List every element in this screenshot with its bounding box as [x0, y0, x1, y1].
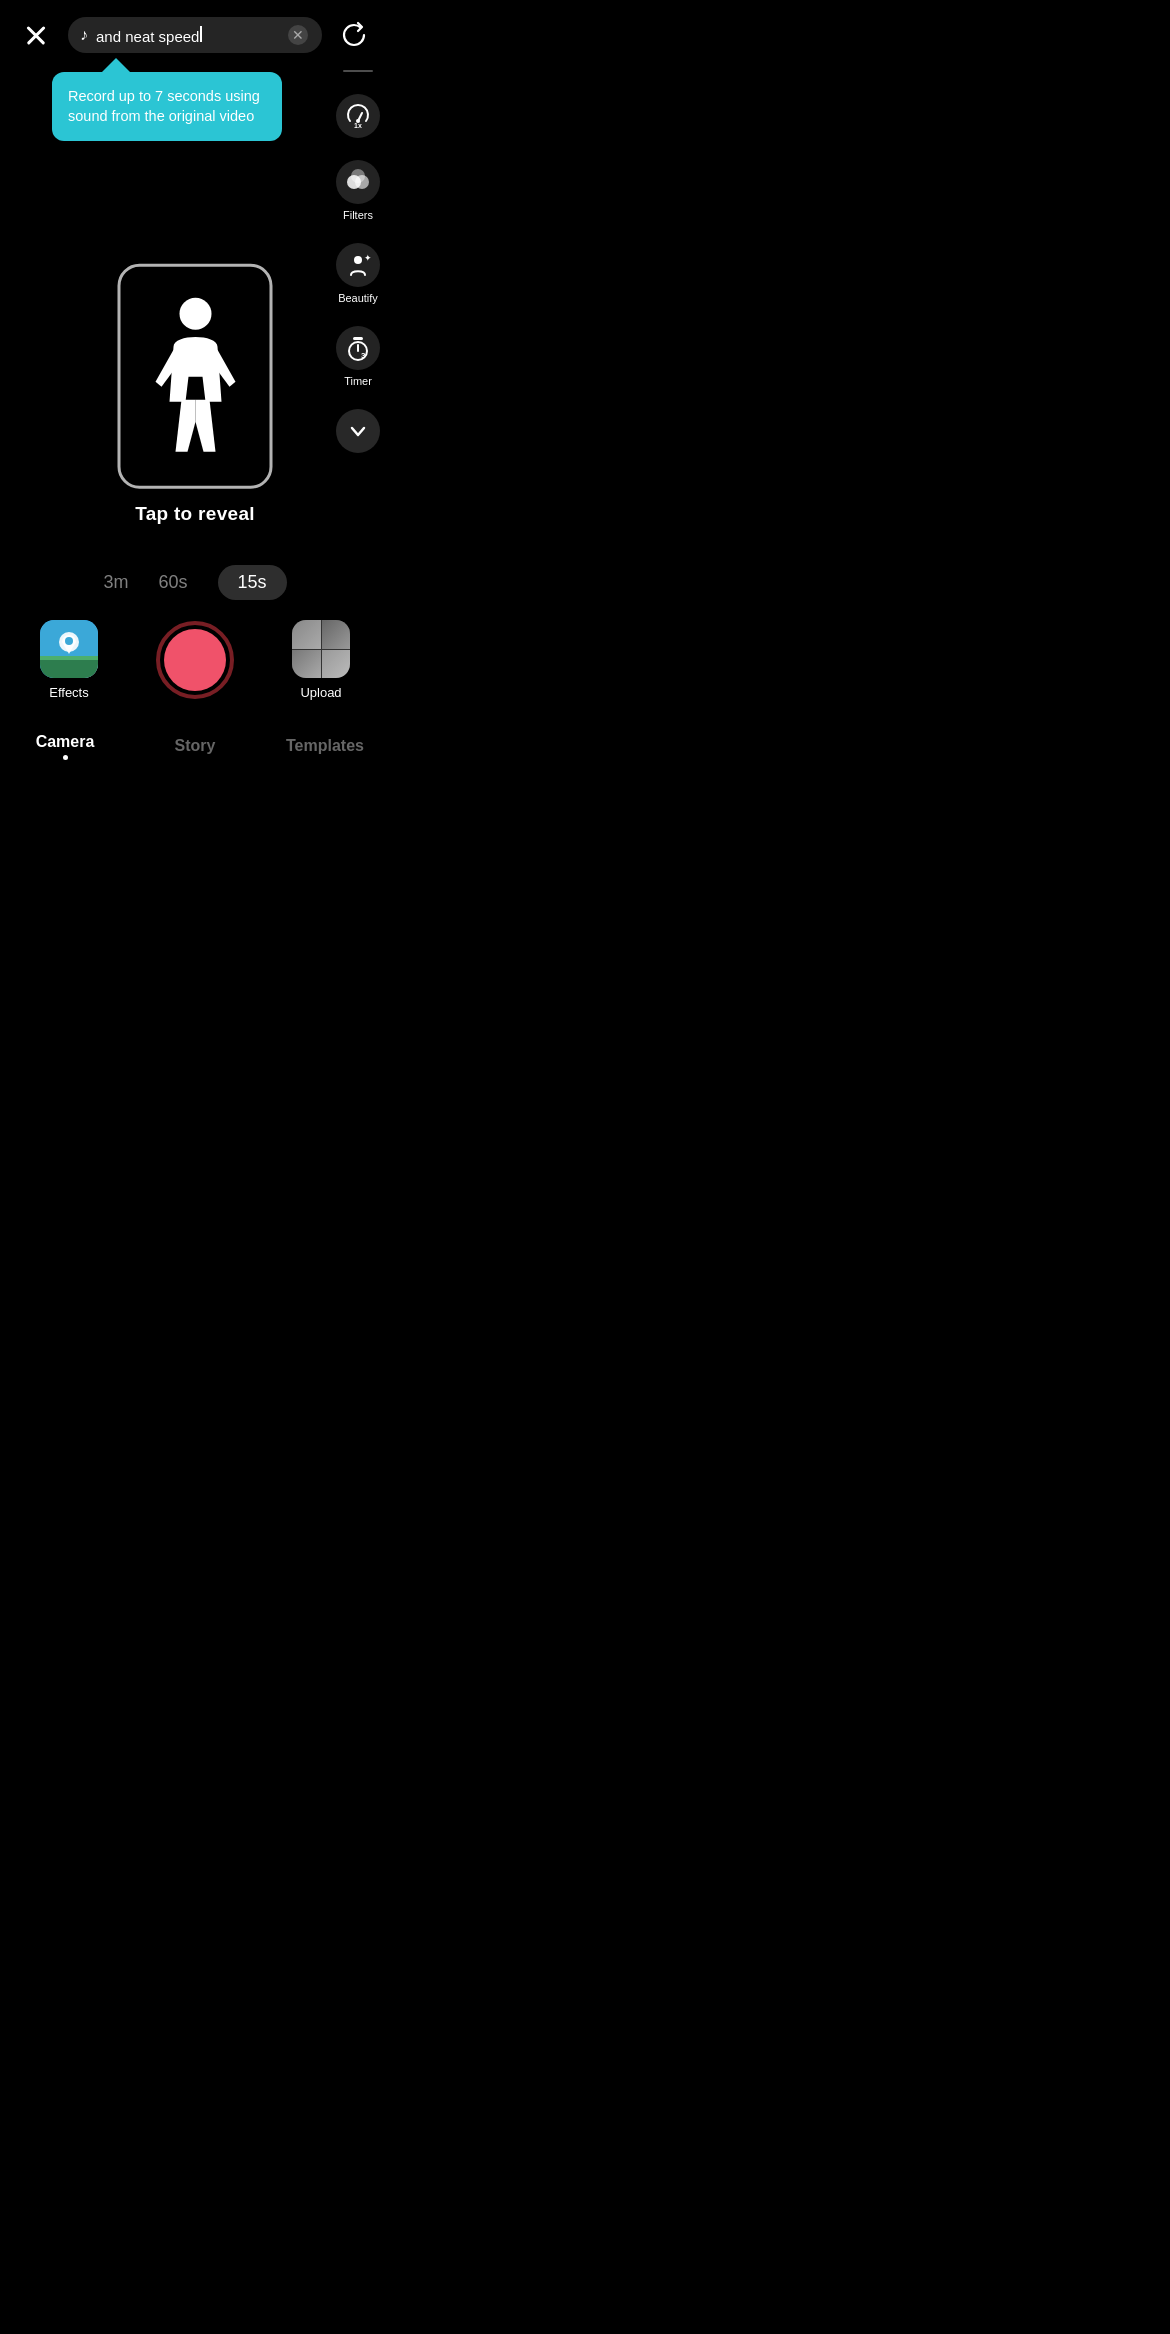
bottom-nav: Camera Story Templates: [0, 706, 390, 778]
effects-icon: [40, 620, 98, 678]
effects-icon-wrapper: [40, 620, 98, 678]
text-cursor: [200, 26, 202, 42]
svg-point-17: [65, 637, 73, 645]
upload-label: Upload: [300, 685, 341, 700]
record-button[interactable]: [156, 621, 234, 699]
separator-line: [343, 70, 373, 72]
nav-story[interactable]: Story: [130, 729, 260, 755]
duration-15s[interactable]: 15s: [218, 565, 287, 600]
timer-label: Timer: [344, 375, 372, 387]
speed-control[interactable]: 1x: [336, 94, 380, 138]
speed-icon: 1x: [344, 102, 372, 130]
nav-story-label: Story: [175, 737, 216, 755]
beautify-label: Beautify: [338, 292, 378, 304]
duration-3m[interactable]: 3m: [103, 572, 128, 593]
upload-button[interactable]: Upload: [292, 620, 350, 700]
person-silhouette: [145, 291, 245, 461]
sound-text: and neat speed: [96, 26, 280, 45]
timer-icon: 3: [344, 334, 372, 362]
duration-60s[interactable]: 60s: [158, 572, 187, 593]
svg-point-5: [351, 169, 365, 183]
svg-text:3: 3: [361, 351, 366, 360]
filters-control[interactable]: Filters: [336, 160, 380, 221]
svg-rect-8: [353, 337, 363, 340]
sound-pill[interactable]: ♪ and neat speed ✕: [68, 17, 322, 53]
tap-to-reveal-text: Tap to reveal: [135, 503, 255, 525]
camera-viewfinder[interactable]: Tap to reveal: [118, 264, 273, 525]
svg-text:✦: ✦: [364, 253, 372, 263]
filters-icon-wrapper: [336, 160, 380, 204]
filters-icon: [344, 168, 372, 196]
duration-bar: 3m 60s 15s: [0, 565, 390, 600]
sound-text-value: and neat speed: [96, 28, 199, 45]
speed-icon-wrapper: 1x: [336, 94, 380, 138]
upload-thumb-2: [322, 620, 351, 649]
nav-templates[interactable]: Templates: [260, 729, 390, 755]
tooltip-container: Record up to 7 seconds using sound from …: [52, 58, 282, 141]
bottom-controls: Effects Upload: [0, 620, 390, 700]
tooltip-arrow: [102, 58, 130, 72]
tooltip-box: Record up to 7 seconds using sound from …: [52, 72, 282, 141]
svg-point-12: [179, 297, 211, 329]
effects-button[interactable]: Effects: [40, 620, 98, 700]
silhouette-frame: [118, 264, 273, 489]
refresh-icon: [340, 21, 368, 49]
beautify-control[interactable]: ✦ Beautify: [336, 243, 380, 304]
music-icon: ♪: [80, 26, 88, 44]
refresh-button[interactable]: [336, 17, 372, 53]
upload-thumb-1: [292, 620, 321, 649]
effects-label: Effects: [49, 685, 89, 700]
nav-camera-label: Camera: [36, 733, 95, 751]
upload-thumb-3: [292, 650, 321, 679]
upload-icon-wrapper: [292, 620, 350, 678]
tooltip-text: Record up to 7 seconds using sound from …: [68, 88, 260, 124]
filters-label: Filters: [343, 209, 373, 221]
nav-active-dot: [63, 755, 68, 760]
beautify-icon-wrapper: ✦: [336, 243, 380, 287]
svg-rect-15: [40, 656, 98, 660]
expand-controls-button[interactable]: [336, 409, 380, 453]
upload-thumb-4: [322, 650, 351, 679]
clear-sound-button[interactable]: ✕: [288, 25, 308, 45]
nav-templates-label: Templates: [286, 737, 364, 755]
timer-control[interactable]: 3 Timer: [336, 326, 380, 387]
beautify-icon: ✦: [344, 251, 372, 279]
right-controls: 1x Filters ✦ Beautify: [336, 70, 380, 453]
chevron-down-icon: [349, 422, 367, 440]
nav-camera[interactable]: Camera: [0, 725, 130, 760]
record-button-inner: [164, 629, 226, 691]
svg-text:1x: 1x: [354, 122, 362, 129]
svg-point-6: [354, 256, 362, 264]
timer-icon-wrapper: 3: [336, 326, 380, 370]
close-button[interactable]: [18, 17, 54, 53]
